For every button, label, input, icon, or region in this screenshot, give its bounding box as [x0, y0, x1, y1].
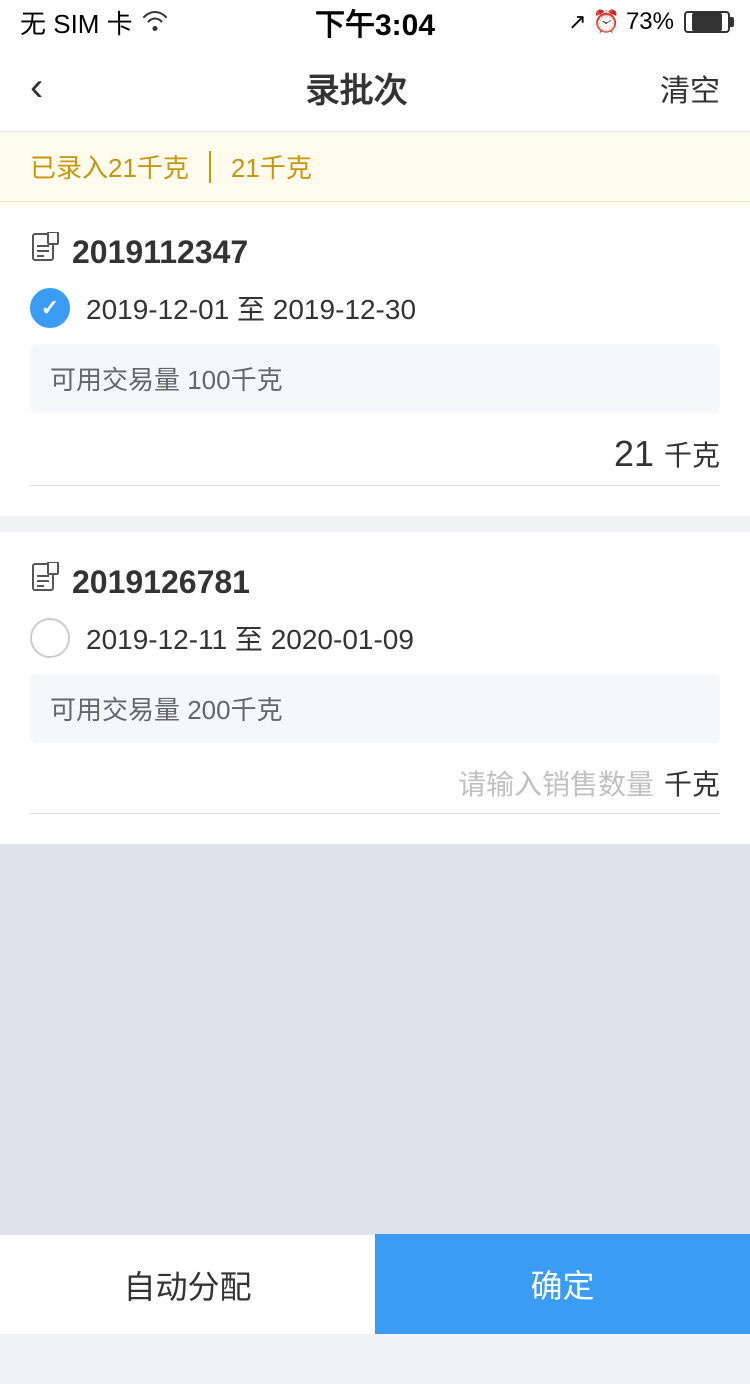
status-bar: 无 SIM 卡 下午3:04 ↗ ⏰ 73%	[0, 0, 750, 44]
confirm-button[interactable]: 确定	[375, 1234, 750, 1334]
banner-divider	[209, 151, 211, 183]
info-banner: 已录入21千克 21千克	[0, 132, 750, 202]
batch-id-1: 2019112347	[72, 234, 248, 271]
clear-button[interactable]: 清空	[660, 66, 720, 110]
status-time: 下午3:04	[315, 0, 435, 44]
batch-row-2: 2019-12-11 至 2020-01-09	[30, 618, 720, 658]
status-left: 无 SIM 卡	[20, 4, 169, 41]
batch-header-2: 2019126781	[30, 562, 720, 602]
radio-button-2[interactable]	[30, 618, 70, 658]
qty-row-2[interactable]: 请输入销售数量 千克	[30, 743, 720, 814]
bottom-bar: 自动分配 确定	[0, 1234, 750, 1334]
qty-unit-2: 千克	[664, 763, 720, 803]
batch-card-1: 2019112347 ✓ 2019-12-01 至 2019-12-30 可用交…	[0, 202, 750, 516]
back-button[interactable]: ‹	[30, 55, 53, 120]
recorded-label: 已录入21千克	[30, 148, 189, 185]
batch-doc-icon-1	[30, 232, 62, 272]
battery-percent: 73%	[626, 8, 674, 36]
available-qty-1: 可用交易量 100千克	[30, 344, 720, 413]
location-icon: ↗	[568, 9, 586, 35]
status-right: ↗ ⏰ 73%	[568, 8, 730, 36]
alarm-icon: ⏰	[593, 9, 620, 35]
wifi-icon	[141, 7, 169, 38]
nav-bar: ‹ 录批次 清空	[0, 44, 750, 132]
content-area: 2019112347 ✓ 2019-12-01 至 2019-12-30 可用交…	[0, 202, 750, 1384]
batch-date-1: 2019-12-01 至 2019-12-30	[86, 288, 416, 328]
check-icon-1: ✓	[41, 295, 59, 321]
auto-distribute-button[interactable]: 自动分配	[0, 1234, 375, 1334]
qty-value-1: 21	[614, 433, 654, 475]
qty-placeholder-2: 请输入销售数量	[458, 763, 654, 803]
batch-header-1: 2019112347	[30, 232, 720, 272]
page-title: 录批次	[306, 63, 408, 112]
batch-card-2: 2019126781 2019-12-11 至 2020-01-09 可用交易量…	[0, 532, 750, 844]
qty-unit-1: 千克	[664, 434, 720, 474]
batch-row-1: ✓ 2019-12-01 至 2019-12-30	[30, 288, 720, 328]
batch-date-2: 2019-12-11 至 2020-01-09	[86, 618, 414, 658]
available-qty-2: 可用交易量 200千克	[30, 674, 720, 743]
recorded-value: 21千克	[231, 148, 312, 185]
radio-button-1[interactable]: ✓	[30, 288, 70, 328]
battery-icon	[684, 11, 730, 33]
batch-doc-icon-2	[30, 562, 62, 602]
empty-area	[0, 844, 750, 1284]
qty-row-1: 21 千克	[30, 413, 720, 486]
carrier-text: 无 SIM 卡	[20, 4, 133, 41]
batch-id-2: 2019126781	[72, 564, 250, 601]
